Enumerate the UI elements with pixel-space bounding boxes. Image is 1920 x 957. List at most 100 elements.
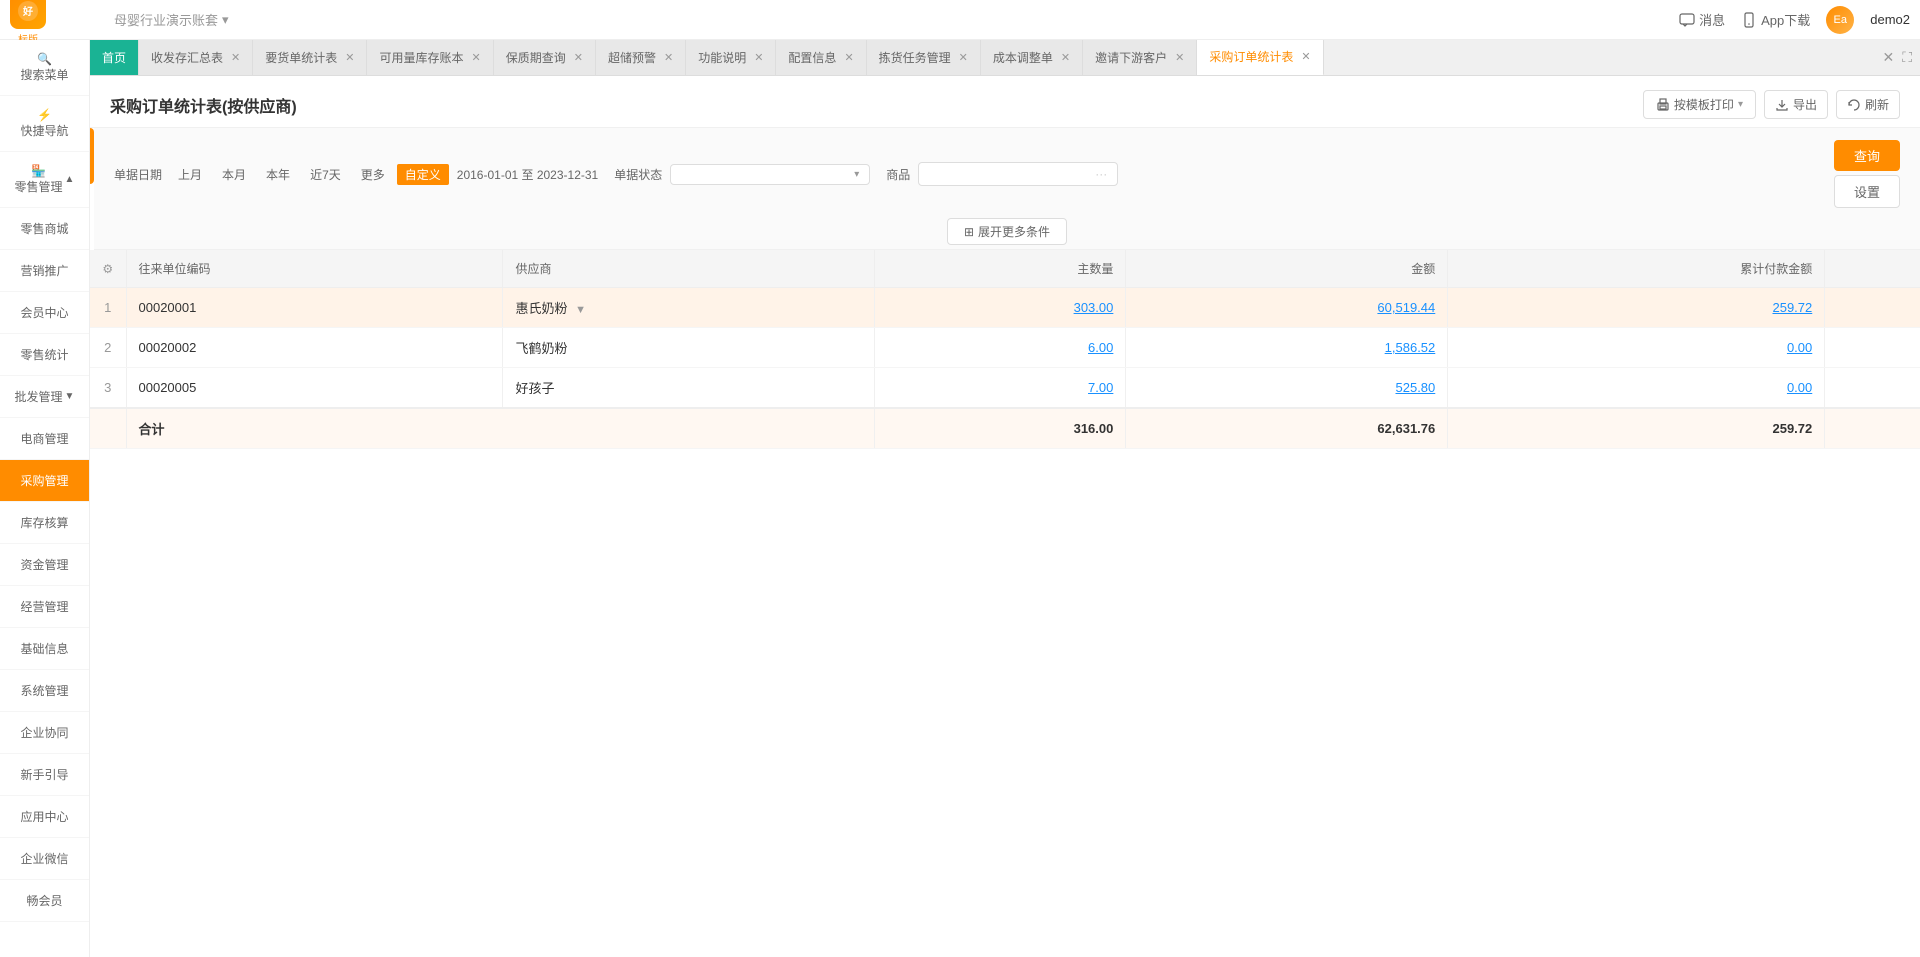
row3-quantity[interactable]: 7.00: [874, 368, 1126, 409]
sidebar-item-member[interactable]: 会员中心: [0, 292, 89, 334]
table-area: ⚙ 往来单位编码 供应商 主数量 金额 累计付款金额: [90, 250, 1920, 449]
tab-available-inventory[interactable]: 可用量库存账本 ✕: [367, 40, 493, 76]
tab-overstock-warning[interactable]: 超储预警 ✕: [596, 40, 686, 76]
sidebar-item-inventory[interactable]: 库存核算: [0, 502, 89, 544]
sidebar-item-member2[interactable]: 畅会员: [0, 880, 89, 922]
goods-more-icon: ···: [1095, 167, 1107, 181]
tab-close-available-inventory[interactable]: ✕: [472, 51, 481, 64]
workspace-selector[interactable]: 母婴行业演示账套 ▾: [100, 10, 1679, 29]
shortcut-this-month[interactable]: 本月: [214, 164, 254, 185]
sidebar-item-wholesale[interactable]: 批发管理 ▼: [0, 376, 89, 418]
footer-quantity: 316.00: [874, 408, 1126, 449]
tab-close-purchase-summary[interactable]: ✕: [1301, 50, 1310, 63]
table-body: 1 00020001 惠氏奶粉 ▼ 303.00 60: [90, 288, 1920, 409]
print-icon: [1656, 98, 1670, 112]
tab-close-overstock-warning[interactable]: ✕: [664, 51, 673, 64]
sidebar-item-retail-shop[interactable]: 零售商城: [0, 208, 89, 250]
shortcut-more[interactable]: 更多: [353, 164, 393, 185]
row3-paid[interactable]: 0.00: [1448, 368, 1825, 409]
tab-picking-task[interactable]: 拣货任务管理 ✕: [867, 40, 981, 76]
settings-button[interactable]: 设置: [1834, 175, 1900, 208]
col-paid-header: 累计付款金额: [1448, 250, 1825, 288]
tab-function-desc[interactable]: 功能说明 ✕: [686, 40, 776, 76]
tab-close-requisition-summary[interactable]: ✕: [345, 51, 354, 64]
sidebar-item-enterprise-wechat[interactable]: 企业微信: [0, 838, 89, 880]
shortcut-7days[interactable]: 近7天: [302, 164, 349, 185]
row3-amount[interactable]: 525.80: [1126, 368, 1448, 409]
maximize-icon[interactable]: ⛶: [1902, 49, 1912, 66]
sidebar-item-app-center[interactable]: 应用中心: [0, 796, 89, 838]
tab-invite-downstream[interactable]: 邀请下游客户 ✕: [1083, 40, 1197, 76]
tab-requisition-summary[interactable]: 要货单统计表 ✕: [253, 40, 367, 76]
tab-close-cost-adjust[interactable]: ✕: [1061, 51, 1070, 64]
tab-home[interactable]: 首页: [90, 40, 139, 76]
tab-warranty-query[interactable]: 保质期查询 ✕: [494, 40, 596, 76]
sidebar-item-new-guide[interactable]: 新手引导: [0, 754, 89, 796]
tab-close-invite-downstream[interactable]: ✕: [1175, 51, 1184, 64]
print-button[interactable]: 按模板打印 ▾: [1643, 90, 1756, 119]
filter-section: ❯ 单据日期 上月 本月 本年 近7天 更多: [90, 128, 1920, 250]
sidebar-item-quick-nav[interactable]: ⚡ 快捷导航: [0, 96, 89, 152]
footer-empty1: [90, 408, 126, 449]
row1-paid[interactable]: 259.72: [1448, 288, 1825, 328]
workspace-name: 母婴行业演示账套: [114, 10, 218, 29]
row2-supplier: 飞鹤奶粉: [503, 328, 874, 368]
col-quantity-header: 主数量: [874, 250, 1126, 288]
sidebar-item-enterprise-collab[interactable]: 企业协同: [0, 712, 89, 754]
sidebar-item-retail-stat[interactable]: 零售统计: [0, 334, 89, 376]
sidebar-item-system[interactable]: 系统管理: [0, 670, 89, 712]
sidebar-item-operation[interactable]: 经营管理: [0, 586, 89, 628]
table-row: 2 00020002 飞鹤奶粉 6.00 1,586.52: [90, 328, 1920, 368]
filter-row-1: 单据日期 上月 本月 本年 近7天 更多 自定义 2016-01-01 至 20…: [114, 140, 1900, 208]
top-bar-right: 消息 App下载 Ea demo2: [1679, 6, 1910, 34]
sidebar-item-finance[interactable]: 资金管理: [0, 544, 89, 586]
tab-close-warranty-query[interactable]: ✕: [574, 51, 583, 64]
row2-quantity[interactable]: 6.00: [874, 328, 1126, 368]
message-button[interactable]: 消息: [1679, 10, 1725, 29]
sidebar-item-retail[interactable]: 🏪 零售管理 ▲: [0, 152, 89, 208]
tab-close-picking-task[interactable]: ✕: [959, 51, 968, 64]
app-download-label: App下载: [1761, 10, 1810, 29]
mobile-icon: [1741, 12, 1757, 28]
row2-code: 00020002: [126, 328, 503, 368]
sidebar-item-ecommerce[interactable]: 电商管理: [0, 418, 89, 460]
goods-input[interactable]: ···: [918, 162, 1118, 186]
footer-extra: [1825, 408, 1920, 449]
shortcut-last-month[interactable]: 上月: [170, 164, 210, 185]
tab-receive-summary[interactable]: 收发存汇总表 ✕: [139, 40, 253, 76]
row2-paid[interactable]: 0.00: [1448, 328, 1825, 368]
refresh-button[interactable]: 刷新: [1836, 90, 1900, 119]
row2-amount[interactable]: 1,586.52: [1126, 328, 1448, 368]
sidebar-item-marketing[interactable]: 营销推广: [0, 250, 89, 292]
footer-paid: 259.72: [1448, 408, 1825, 449]
status-select[interactable]: ▾: [670, 164, 870, 185]
col-gear-header[interactable]: ⚙: [90, 250, 126, 288]
sidebar: 🔍 搜索菜单 ⚡ 快捷导航 🏪 零售管理 ▲ 零售商城 营销推广 会: [0, 40, 90, 957]
tab-close-config-info[interactable]: ✕: [844, 51, 853, 64]
data-table: ⚙ 往来单位编码 供应商 主数量 金额 累计付款金额: [90, 250, 1920, 449]
sidebar-item-search[interactable]: 🔍 搜索菜单: [0, 40, 89, 96]
sidebar-item-purchase[interactable]: 采购管理: [0, 460, 89, 502]
row2-extra: [1825, 328, 1920, 368]
query-button[interactable]: 查询: [1834, 140, 1900, 171]
tab-cost-adjust[interactable]: 成本调整单 ✕: [981, 40, 1083, 76]
row1-no: 1: [90, 288, 126, 328]
row1-code: 00020001: [126, 288, 503, 328]
custom-date-tag[interactable]: 自定义: [397, 164, 449, 185]
tab-close-function-desc[interactable]: ✕: [754, 51, 763, 64]
tab-config-info[interactable]: 配置信息 ✕: [776, 40, 866, 76]
tab-purchase-summary[interactable]: 采购订单统计表 ✕: [1197, 40, 1323, 76]
export-button[interactable]: 导出: [1764, 90, 1828, 119]
sidebar-item-basic-info[interactable]: 基础信息: [0, 628, 89, 670]
export-icon: [1775, 98, 1789, 112]
app-download-button[interactable]: App下载: [1741, 10, 1810, 29]
username[interactable]: demo2: [1870, 12, 1910, 27]
expand-more-button[interactable]: ⊞ 展开更多条件: [947, 218, 1067, 245]
row1-amount[interactable]: 60,519.44: [1126, 288, 1448, 328]
row1-quantity[interactable]: 303.00: [874, 288, 1126, 328]
close-all-icon[interactable]: ✕: [1882, 49, 1894, 66]
row1-expand-icon[interactable]: ▼: [575, 304, 586, 316]
col-code-header: 往来单位编码: [126, 250, 503, 288]
shortcut-this-year[interactable]: 本年: [258, 164, 298, 185]
tab-close-receive-summary[interactable]: ✕: [231, 51, 240, 64]
